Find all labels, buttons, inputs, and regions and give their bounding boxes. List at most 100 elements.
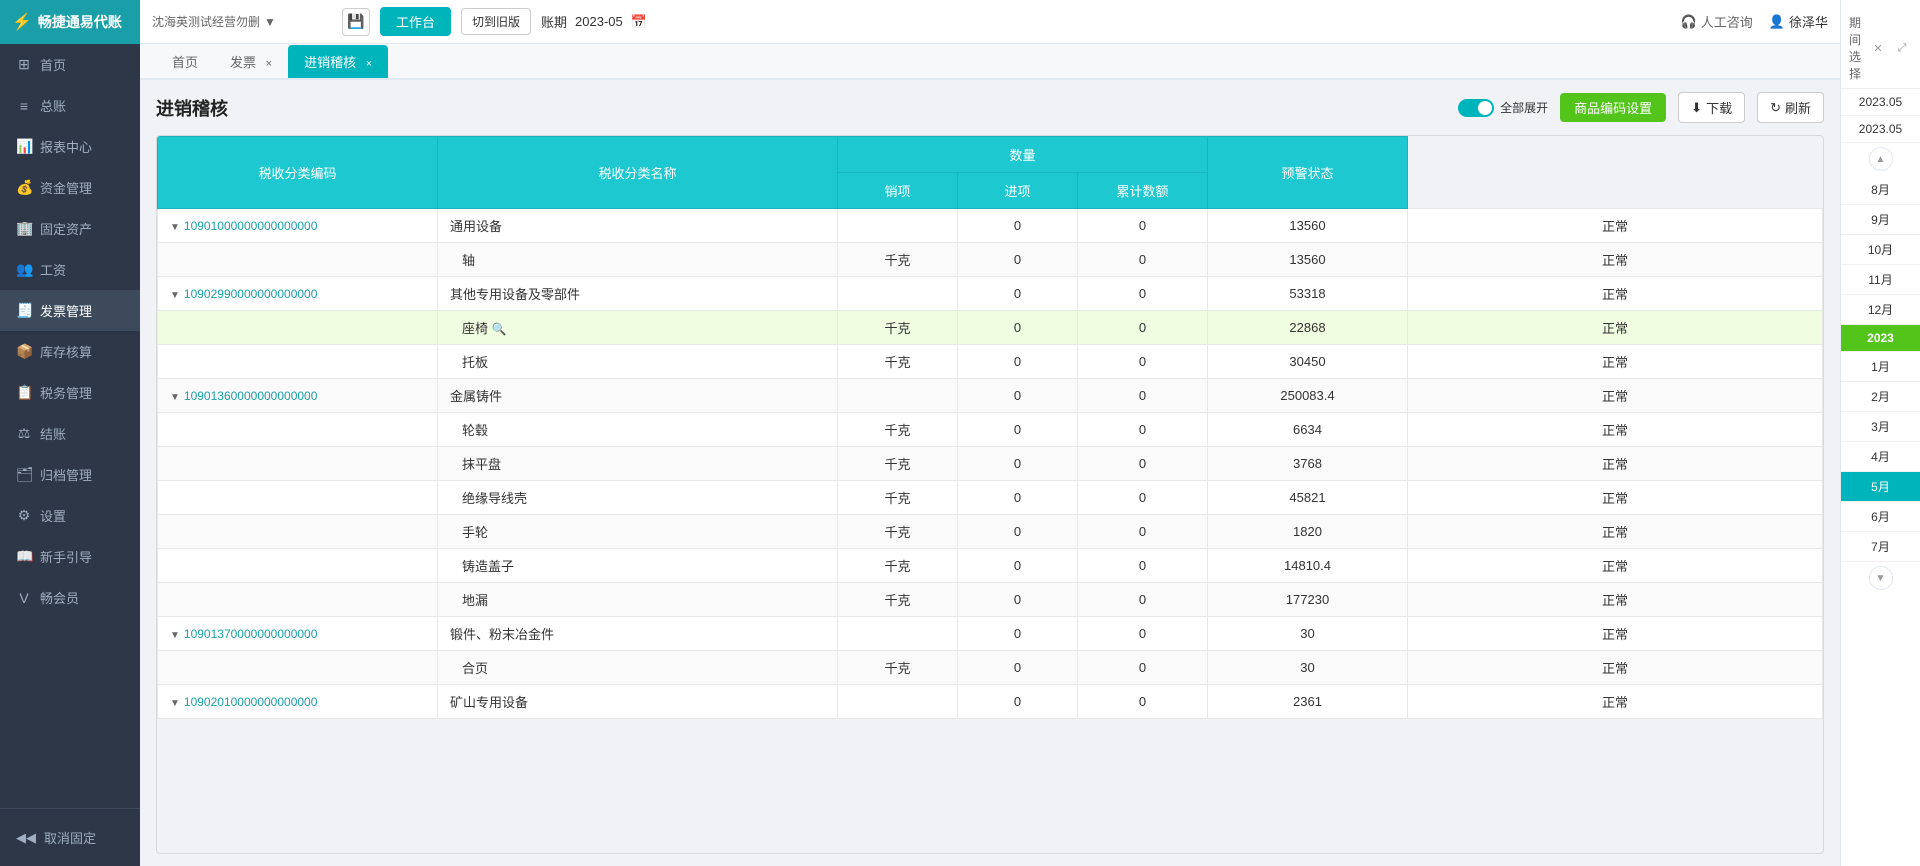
sidebar-item-guide[interactable]: 📖 新手引导 [0, 536, 140, 577]
cell-name: 合页 [438, 651, 838, 685]
company-selector[interactable]: 沈海英测试经营勿删 ▼ [152, 13, 332, 30]
data-table: 税收分类编码 税收分类名称 数量 预警状态 销项 进项 累计数额 ▼109010… [157, 136, 1823, 719]
table-row[interactable]: 轮毂 千克 0 0 6634 正常 [158, 413, 1823, 447]
period-item-2023-05-b[interactable]: 2023.05 [1841, 116, 1920, 143]
period-item-sep[interactable]: 9月 [1841, 205, 1920, 235]
table-row[interactable]: 铸造盖子 千克 0 0 14810.4 正常 [158, 549, 1823, 583]
company-name: 沈海英测试经营勿删 [152, 13, 260, 30]
close-panel-button[interactable]: ✕ [1868, 38, 1888, 58]
switch-track[interactable] [1458, 99, 1494, 117]
sidebar-item-member[interactable]: V 畅会员 [0, 577, 140, 618]
period-item-oct[interactable]: 10月 [1841, 235, 1920, 265]
cell-purchase: 0 [1078, 277, 1208, 311]
sidebar-item-fixed-assets[interactable]: 🏢 固定资产 [0, 208, 140, 249]
expand-icon[interactable]: ▼ [170, 698, 180, 709]
company-dropdown-icon[interactable]: ▼ [264, 15, 276, 29]
product-code-settings-button[interactable]: 商品编码设置 [1560, 93, 1666, 122]
cell-total: 22868 [1208, 311, 1408, 345]
expand-icon[interactable]: ▼ [170, 290, 180, 301]
tab-reconciliation[interactable]: 进销稽核 × [288, 45, 388, 78]
cell-code: ▼10902990000000000000 [158, 277, 438, 311]
topbar-right: 🎧 人工咨询 👤 徐泽华 [1681, 12, 1828, 31]
table-row[interactable]: 座椅 🔍 千克 0 0 22868 正常 [158, 311, 1823, 345]
period-item-jul[interactable]: 7月 [1841, 532, 1920, 562]
table-row[interactable]: 托板 千克 0 0 30450 正常 [158, 345, 1823, 379]
table-row[interactable]: 抹平盘 千克 0 0 3768 正常 [158, 447, 1823, 481]
expand-icon[interactable]: ▼ [170, 392, 180, 403]
sidebar-item-reports[interactable]: 📊 报表中心 [0, 126, 140, 167]
tab-home[interactable]: 首页 [156, 45, 214, 78]
table-row[interactable]: 手轮 千克 0 0 1820 正常 [158, 515, 1823, 549]
archive-icon: 🗂 [16, 466, 32, 483]
period-selection-title: 期间选择 [1849, 14, 1868, 82]
period-item-mar[interactable]: 3月 [1841, 412, 1920, 442]
table-row[interactable]: ▼10901370000000000000 锻件、粉末冶金件 0 0 30 正常 [158, 617, 1823, 651]
switch-version-button[interactable]: 切到旧版 [461, 8, 531, 35]
period-item-apr[interactable]: 4月 [1841, 442, 1920, 472]
cell-status: 正常 [1408, 413, 1823, 447]
user-menu[interactable]: 👤 徐泽华 [1769, 12, 1828, 31]
table-row[interactable]: 绝缘导线壳 千克 0 0 45821 正常 [158, 481, 1823, 515]
period-item-feb[interactable]: 2月 [1841, 382, 1920, 412]
tax-icon: 📋 [16, 384, 32, 401]
table-row[interactable]: 轴 千克 0 0 13560 正常 [158, 243, 1823, 277]
table-row[interactable]: 合页 千克 0 0 30 正常 [158, 651, 1823, 685]
table-row[interactable]: ▼10901000000000000000 通用设备 0 0 13560 正常 [158, 209, 1823, 243]
period-year-2023[interactable]: 2023 [1841, 325, 1920, 352]
guide-icon: 📖 [16, 548, 32, 565]
tab-reconciliation-close[interactable]: × [366, 58, 372, 70]
sidebar-item-settlement[interactable]: ⚖ 结账 [0, 413, 140, 454]
sidebar-item-inventory[interactable]: 📦 库存核算 [0, 331, 140, 372]
sidebar-item-tax[interactable]: 📋 税务管理 [0, 372, 140, 413]
cell-unit: 千克 [838, 481, 958, 515]
topbar: 沈海英测试经营勿删 ▼ 💾 工作台 切到旧版 账期 2023-05 📅 🎧 人工… [140, 0, 1840, 44]
period-selector[interactable]: 账期 2023-05 📅 [541, 12, 647, 31]
help-button[interactable]: 🎧 人工咨询 [1681, 12, 1753, 31]
table-row[interactable]: 地漏 千克 0 0 177230 正常 [158, 583, 1823, 617]
tab-invoice[interactable]: 发票 × [214, 45, 288, 78]
period-item-2023-05-a[interactable]: 2023.05 [1841, 89, 1920, 116]
refresh-button[interactable]: ↻ 刷新 [1757, 92, 1824, 123]
period-list: 2023.05 2023.05 ▲ 8月 9月 10月 11月 12月 2023… [1841, 89, 1920, 594]
cell-name: 座椅 🔍 [438, 311, 838, 345]
tab-invoice-close[interactable]: × [266, 58, 272, 70]
sidebar-unpin[interactable]: ◀◀ 取消固定 [0, 819, 140, 856]
period-nav-up[interactable]: ▲ [1869, 147, 1893, 171]
workbench-label: 工作台 [396, 15, 435, 30]
sidebar-item-archive[interactable]: 🗂 归档管理 [0, 454, 140, 495]
period-item-aug[interactable]: 8月 [1841, 175, 1920, 205]
cell-code: ▼10901370000000000000 [158, 617, 438, 651]
sidebar-label-member: 畅会员 [40, 588, 79, 607]
period-item-jun[interactable]: 6月 [1841, 502, 1920, 532]
sidebar-item-settings[interactable]: ⚙ 设置 [0, 495, 140, 536]
sidebar-label-inventory: 库存核算 [40, 342, 92, 361]
period-item-dec[interactable]: 12月 [1841, 295, 1920, 325]
sidebar-item-invoice[interactable]: 🧾 发票管理 [0, 290, 140, 331]
expand-all-toggle[interactable]: 全部展开 [1458, 99, 1548, 117]
table-row[interactable]: ▼10902010000000000000 矿山专用设备 0 0 2361 正常 [158, 685, 1823, 719]
col-header-quantity: 数量 [838, 137, 1208, 173]
cell-name: 金属铸件 [438, 379, 838, 413]
sidebar-item-home[interactable]: ⊞ 首页 [0, 44, 140, 85]
expand-icon[interactable]: ▼ [170, 630, 180, 641]
search-icon[interactable]: 🔍 [492, 322, 507, 336]
sidebar-item-salary[interactable]: 👥 工资 [0, 249, 140, 290]
expand-panel-button[interactable]: ⤢ [1892, 38, 1912, 58]
period-text: 账期 [541, 12, 567, 31]
save-draft-button[interactable]: 💾 [342, 8, 370, 36]
expand-icon[interactable]: ▼ [170, 222, 180, 233]
calendar-icon[interactable]: 📅 [631, 14, 647, 30]
table-row[interactable]: ▼10902990000000000000 其他专用设备及零部件 0 0 533… [158, 277, 1823, 311]
period-item-jan[interactable]: 1月 [1841, 352, 1920, 382]
period-item-nov[interactable]: 11月 [1841, 265, 1920, 295]
panel-header-buttons: ✕ ⤢ [1868, 38, 1912, 58]
sidebar-item-ledger[interactable]: ≡ 总账 [0, 85, 140, 126]
cell-status: 正常 [1408, 583, 1823, 617]
period-item-may[interactable]: 5月 [1841, 472, 1920, 502]
download-button[interactable]: ⬇ 下载 [1678, 92, 1745, 123]
period-nav-down[interactable]: ▼ [1869, 566, 1893, 590]
table-row[interactable]: ▼10901360000000000000 金属铸件 0 0 250083.4 … [158, 379, 1823, 413]
sidebar-item-funds[interactable]: 💰 资金管理 [0, 167, 140, 208]
cell-name: 轮毂 [438, 413, 838, 447]
workbench-button[interactable]: 工作台 [380, 7, 451, 36]
